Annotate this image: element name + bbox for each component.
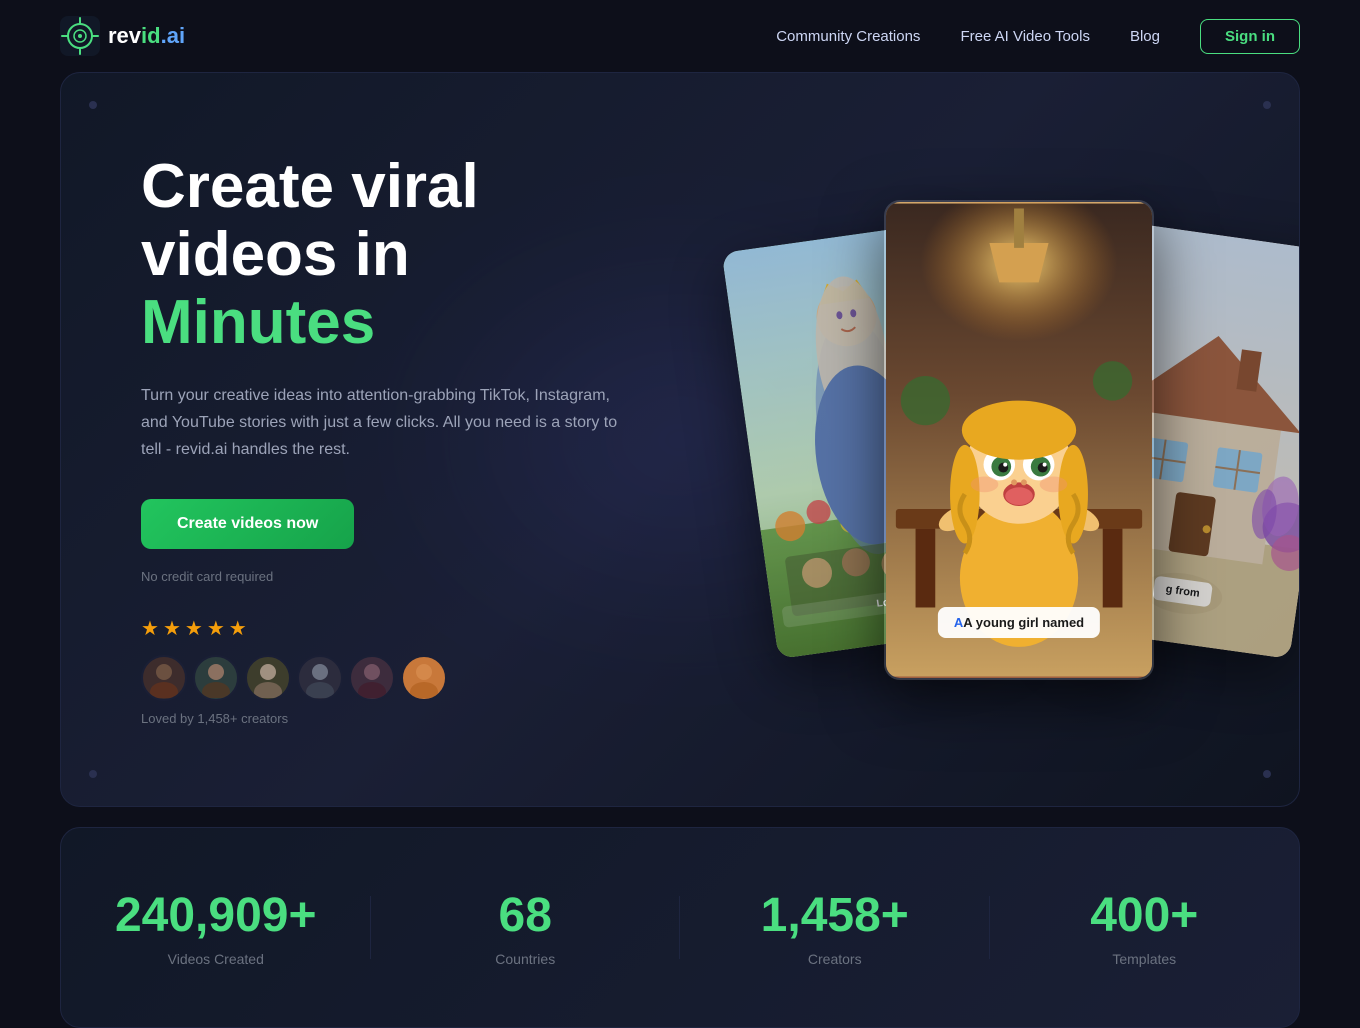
nav-tools[interactable]: Free AI Video Tools	[960, 28, 1090, 45]
star-4: ★	[207, 616, 225, 641]
stat-countries-number: 68	[371, 888, 681, 943]
decoration-dot-br	[1263, 770, 1271, 778]
avatar-2	[193, 655, 239, 701]
avatar-5	[349, 655, 395, 701]
avatar-1	[141, 655, 187, 701]
logo[interactable]: revid.ai	[60, 16, 185, 56]
stat-videos: 240,909+ Videos Created	[61, 888, 371, 967]
hero-visual: Lo...	[719, 180, 1300, 700]
nav-community[interactable]: Community Creations	[776, 28, 920, 45]
nav-links: Community Creations Free AI Video Tools …	[776, 19, 1300, 54]
stat-videos-label: Videos Created	[61, 951, 371, 967]
loved-by-text: Loved by 1,458+ creators	[141, 711, 641, 726]
star-1: ★	[141, 616, 159, 641]
star-2: ★	[163, 616, 181, 641]
create-videos-button[interactable]: Create videos now	[141, 499, 354, 549]
logo-icon	[60, 16, 100, 56]
logo-text: revid.ai	[108, 23, 185, 49]
stats-section: 240,909+ Videos Created 68 Countries 1,4…	[60, 827, 1300, 1028]
card-center-subtitle: AA young girl named	[938, 607, 1100, 638]
video-card-center: AA young girl named	[884, 200, 1154, 680]
star-5: ★	[229, 616, 247, 641]
stat-countries-label: Countries	[371, 951, 681, 967]
star-3: ★	[185, 616, 203, 641]
hero-title: Create viral videos in Minutes	[141, 153, 641, 358]
stat-videos-number: 240,909+	[61, 888, 371, 943]
no-credit-card-text: No credit card required	[141, 569, 641, 584]
signin-button[interactable]: Sign in	[1200, 19, 1300, 54]
decoration-dot-tr	[1263, 101, 1271, 109]
hero-content: Create viral videos in Minutes Turn your…	[61, 73, 721, 806]
stat-templates: 400+ Templates	[990, 888, 1300, 967]
stat-creators-label: Creators	[680, 951, 990, 967]
stat-templates-label: Templates	[990, 951, 1300, 967]
stat-countries: 68 Countries	[371, 888, 681, 967]
stat-templates-number: 400+	[990, 888, 1300, 943]
cta-wrapper: Create videos now No credit card require…	[141, 499, 641, 584]
stat-creators-number: 1,458+	[680, 888, 990, 943]
navbar: revid.ai Community Creations Free AI Vid…	[0, 0, 1360, 72]
card-bg-center: AA young girl named	[886, 202, 1152, 678]
nav-blog[interactable]: Blog	[1130, 28, 1160, 45]
hero-description: Turn your creative ideas into attention-…	[141, 382, 641, 464]
avatar-3	[245, 655, 291, 701]
stat-creators: 1,458+ Creators	[680, 888, 990, 967]
avatar-4	[297, 655, 343, 701]
hero-section: Create viral videos in Minutes Turn your…	[60, 72, 1300, 807]
creator-avatars	[141, 655, 641, 701]
avatar-6	[401, 655, 447, 701]
star-rating: ★ ★ ★ ★ ★	[141, 616, 641, 641]
